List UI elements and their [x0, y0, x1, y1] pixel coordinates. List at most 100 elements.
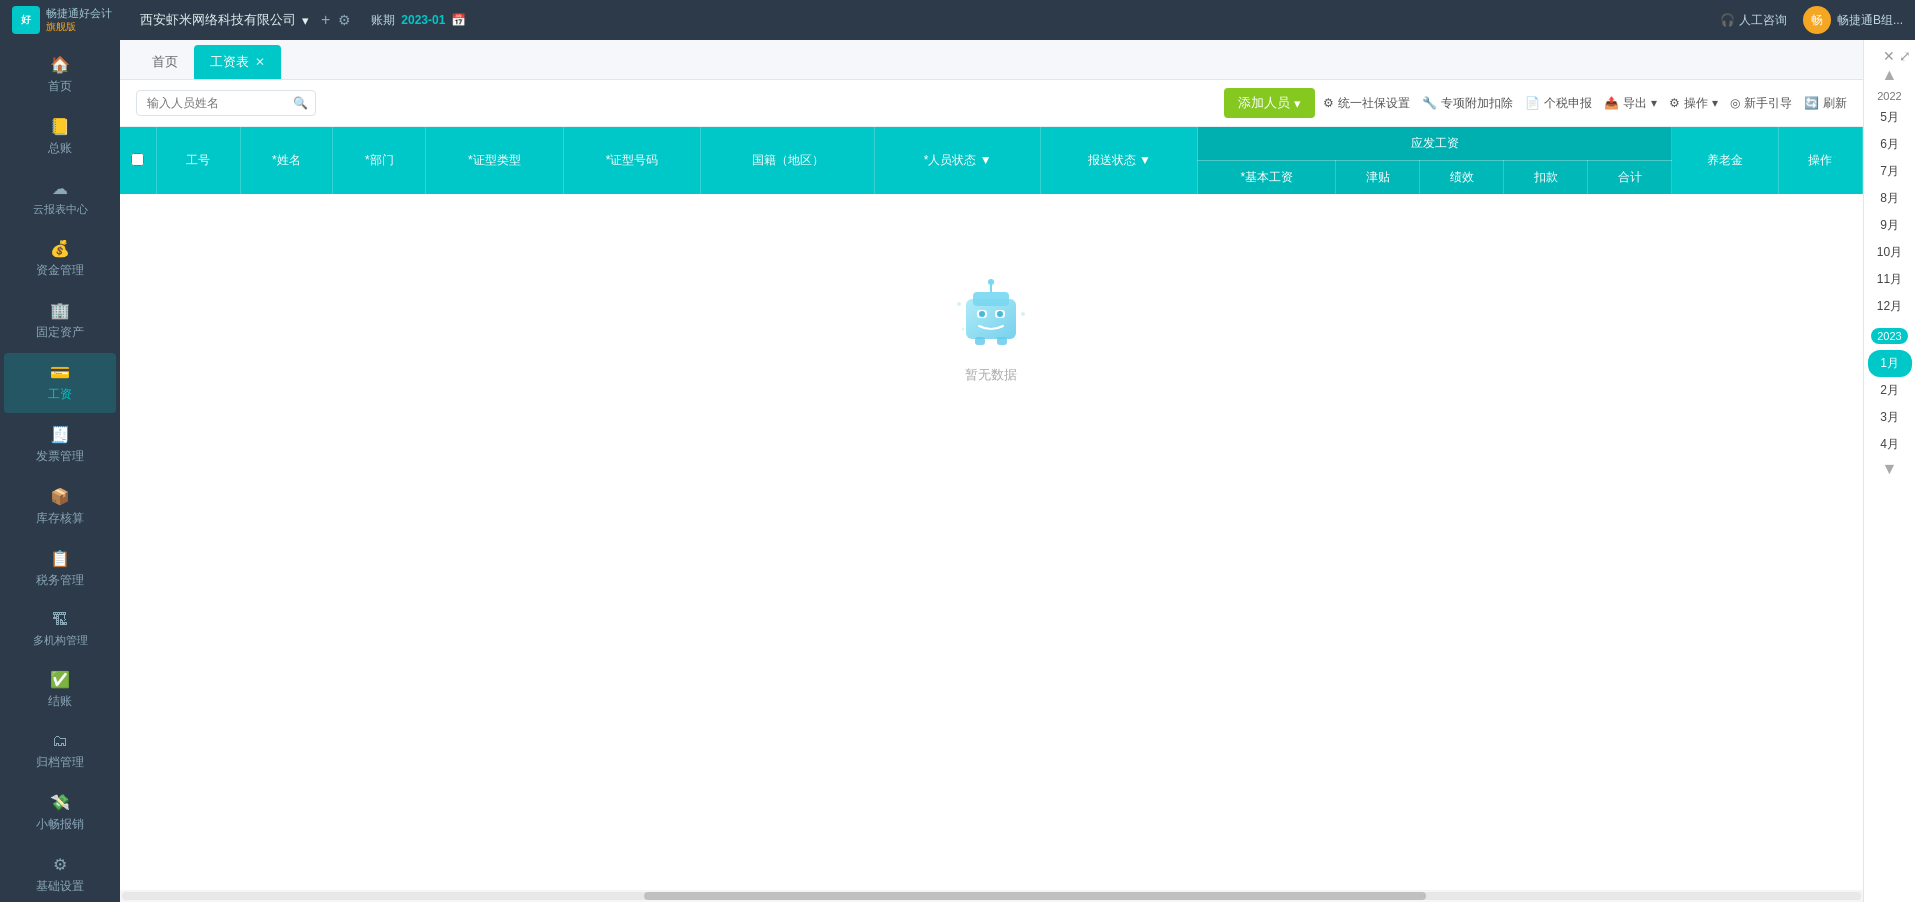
month-2022-12[interactable]: 12月 [1868, 293, 1912, 320]
svg-point-5 [997, 311, 1003, 317]
month-2023-2[interactable]: 2月 [1868, 377, 1912, 404]
sidebar-label-fund: 资金管理 [36, 262, 84, 279]
refresh-button[interactable]: 🔄 刷新 [1804, 95, 1847, 112]
guide-button[interactable]: ◎ 新手引导 [1730, 95, 1792, 112]
sidebar-label-home: 首页 [48, 78, 72, 95]
sidebar-label-ledger: 总账 [48, 140, 72, 157]
social-settings-icon: ⚙ [1323, 96, 1334, 110]
th-report-status: 报送状态 ▼ [1041, 127, 1198, 194]
month-2022-8[interactable]: 8月 [1868, 185, 1912, 212]
toolbar-actions: ⚙ 统一社保设置 🔧 专项附加扣除 📄 个税申报 📤 导出 ▾ ⚙ [1323, 95, 1847, 112]
month-2022-7[interactable]: 7月 [1868, 158, 1912, 185]
company-selector[interactable]: 西安虾米网络科技有限公司 ▾ [132, 7, 317, 33]
settings-nav-icon: ⚙ [53, 855, 67, 874]
sidebar-item-ledger[interactable]: 📒 总账 [4, 107, 116, 167]
export-icon: 📤 [1604, 96, 1619, 110]
logo-area: 好 畅捷通好会计 旗舰版 [12, 6, 132, 34]
sidebar-item-multi[interactable]: 🏗 多机构管理 [4, 601, 116, 658]
report-icon: ☁ [52, 179, 68, 198]
personal-tax-button[interactable]: 📄 个税申报 [1525, 95, 1592, 112]
svg-point-11 [1021, 312, 1025, 316]
month-2023-1[interactable]: 1月 [1868, 350, 1912, 377]
right-panel-header: ✕ ⤢ [1864, 44, 1915, 64]
sidebar-label-invoice: 发票管理 [36, 448, 84, 465]
th-dept: *部门 [333, 127, 426, 194]
month-2023-4[interactable]: 4月 [1868, 431, 1912, 458]
th-checkbox[interactable] [120, 127, 156, 194]
month-2022-6[interactable]: 6月 [1868, 131, 1912, 158]
right-panel-expand-button[interactable]: ⤢ [1899, 48, 1911, 64]
th-nation: 国籍（地区） [701, 127, 875, 194]
month-2022-10[interactable]: 10月 [1868, 239, 1912, 266]
header-right: 🎧 人工咨询 畅 畅捷通B组... [1720, 6, 1903, 34]
settings-button[interactable]: ⚙ [334, 12, 355, 28]
search-input[interactable] [147, 96, 287, 110]
add-company-button[interactable]: + [317, 11, 334, 29]
sidebar-item-inventory[interactable]: 📦 库存核算 [4, 477, 116, 537]
sidebar-label-tax: 税务管理 [36, 572, 84, 589]
social-settings-button[interactable]: ⚙ 统一社保设置 [1323, 95, 1410, 112]
right-panel: ✕ ⤢ ▲ 2022 5月 6月 7月 8月 9月 10月 11月 12月 20… [1863, 40, 1915, 902]
sidebar-item-expense[interactable]: 💸 小畅报销 [4, 783, 116, 843]
toolbar: 🔍 添加人员 ▾ ⚙ 统一社保设置 🔧 专项附加扣除 📄 个税申报 [120, 80, 1863, 127]
top-header: 好 畅捷通好会计 旗舰版 西安虾米网络科技有限公司 ▾ + ⚙ 账期 2023-… [0, 0, 1915, 40]
home-icon: 🏠 [50, 55, 70, 74]
select-all-checkbox[interactable] [131, 153, 144, 166]
right-panel-close-button[interactable]: ✕ [1883, 48, 1895, 64]
add-person-label: 添加人员 [1238, 94, 1290, 112]
export-button[interactable]: 📤 导出 ▾ [1604, 95, 1657, 112]
operations-button[interactable]: ⚙ 操作 ▾ [1669, 95, 1718, 112]
scrollbar-track[interactable] [122, 892, 1861, 900]
month-2022-11[interactable]: 11月 [1868, 266, 1912, 293]
sidebar-item-salary[interactable]: 💳 工资 [4, 353, 116, 413]
sidebar-item-home[interactable]: 🏠 首页 [4, 45, 116, 105]
svg-point-4 [979, 311, 985, 317]
tab-close-icon[interactable]: ✕ [255, 55, 265, 69]
table-container: 工号 *姓名 *部门 *证型类型 *证型号码 国籍（地区） *人员状态 ▼ 报送… [120, 127, 1863, 890]
fund-icon: 💰 [50, 239, 70, 258]
special-deduct-button[interactable]: 🔧 专项附加扣除 [1422, 95, 1513, 112]
sidebar: 🏠 首页 📒 总账 ☁ 云报表中心 💰 资金管理 🏢 固定资产 💳 工资 🧾 发… [0, 40, 120, 902]
sidebar-item-settings[interactable]: ⚙ 基础设置 [4, 845, 116, 902]
user-area[interactable]: 畅 畅捷通B组... [1803, 6, 1903, 34]
main-layout: 🏠 首页 📒 总账 ☁ 云报表中心 💰 资金管理 🏢 固定资产 💳 工资 🧾 发… [0, 40, 1915, 902]
scrollbar-thumb[interactable] [644, 892, 1427, 900]
month-2023-3[interactable]: 3月 [1868, 404, 1912, 431]
sidebar-item-assets[interactable]: 🏢 固定资产 [4, 291, 116, 351]
svg-rect-7 [997, 337, 1007, 345]
calendar-icon[interactable]: 📅 [451, 13, 466, 27]
tax-icon: 📋 [50, 549, 70, 568]
sidebar-label-close: 结账 [48, 693, 72, 710]
sidebar-label-settings: 基础设置 [36, 878, 84, 895]
sidebar-label-salary: 工资 [48, 386, 72, 403]
add-person-button[interactable]: 添加人员 ▾ [1224, 88, 1315, 118]
tab-home[interactable]: 首页 [136, 45, 194, 79]
sidebar-item-report[interactable]: ☁ 云报表中心 [4, 169, 116, 227]
month-2022-5[interactable]: 5月 [1868, 104, 1912, 131]
expense-icon: 💸 [50, 793, 70, 812]
empty-state-text: 暂无数据 [965, 366, 1017, 384]
sidebar-item-invoice[interactable]: 🧾 发票管理 [4, 415, 116, 475]
tab-salary-table[interactable]: 工资表 ✕ [194, 45, 281, 79]
table-scrollbar[interactable] [120, 890, 1863, 902]
headset-icon: 🎧 [1720, 13, 1735, 27]
support-button[interactable]: 🎧 人工咨询 [1720, 12, 1787, 29]
sidebar-item-fund[interactable]: 💰 资金管理 [4, 229, 116, 289]
panel-nav-down[interactable]: ▼ [1882, 458, 1898, 480]
ledger-icon: 📒 [50, 117, 70, 136]
sidebar-item-archive[interactable]: 🗂 归档管理 [4, 722, 116, 781]
month-2022-9[interactable]: 9月 [1868, 212, 1912, 239]
sidebar-label-assets: 固定资产 [36, 324, 84, 341]
company-dropdown-icon[interactable]: ▾ [302, 13, 309, 28]
sidebar-item-close[interactable]: ✅ 结账 [4, 660, 116, 720]
year-2022-label: 2022 [1877, 86, 1901, 104]
svg-point-10 [957, 302, 961, 306]
empty-state-row: 暂无数据 [120, 194, 1863, 464]
search-input-wrapper[interactable]: 🔍 [136, 90, 316, 116]
sidebar-item-tax[interactable]: 📋 税务管理 [4, 539, 116, 599]
close-period-icon: ✅ [50, 670, 70, 689]
archive-icon: 🗂 [52, 732, 68, 750]
th-deduct: 扣款 [1504, 161, 1588, 195]
panel-nav-up[interactable]: ▲ [1882, 64, 1898, 86]
operations-icon: ⚙ [1669, 96, 1680, 110]
